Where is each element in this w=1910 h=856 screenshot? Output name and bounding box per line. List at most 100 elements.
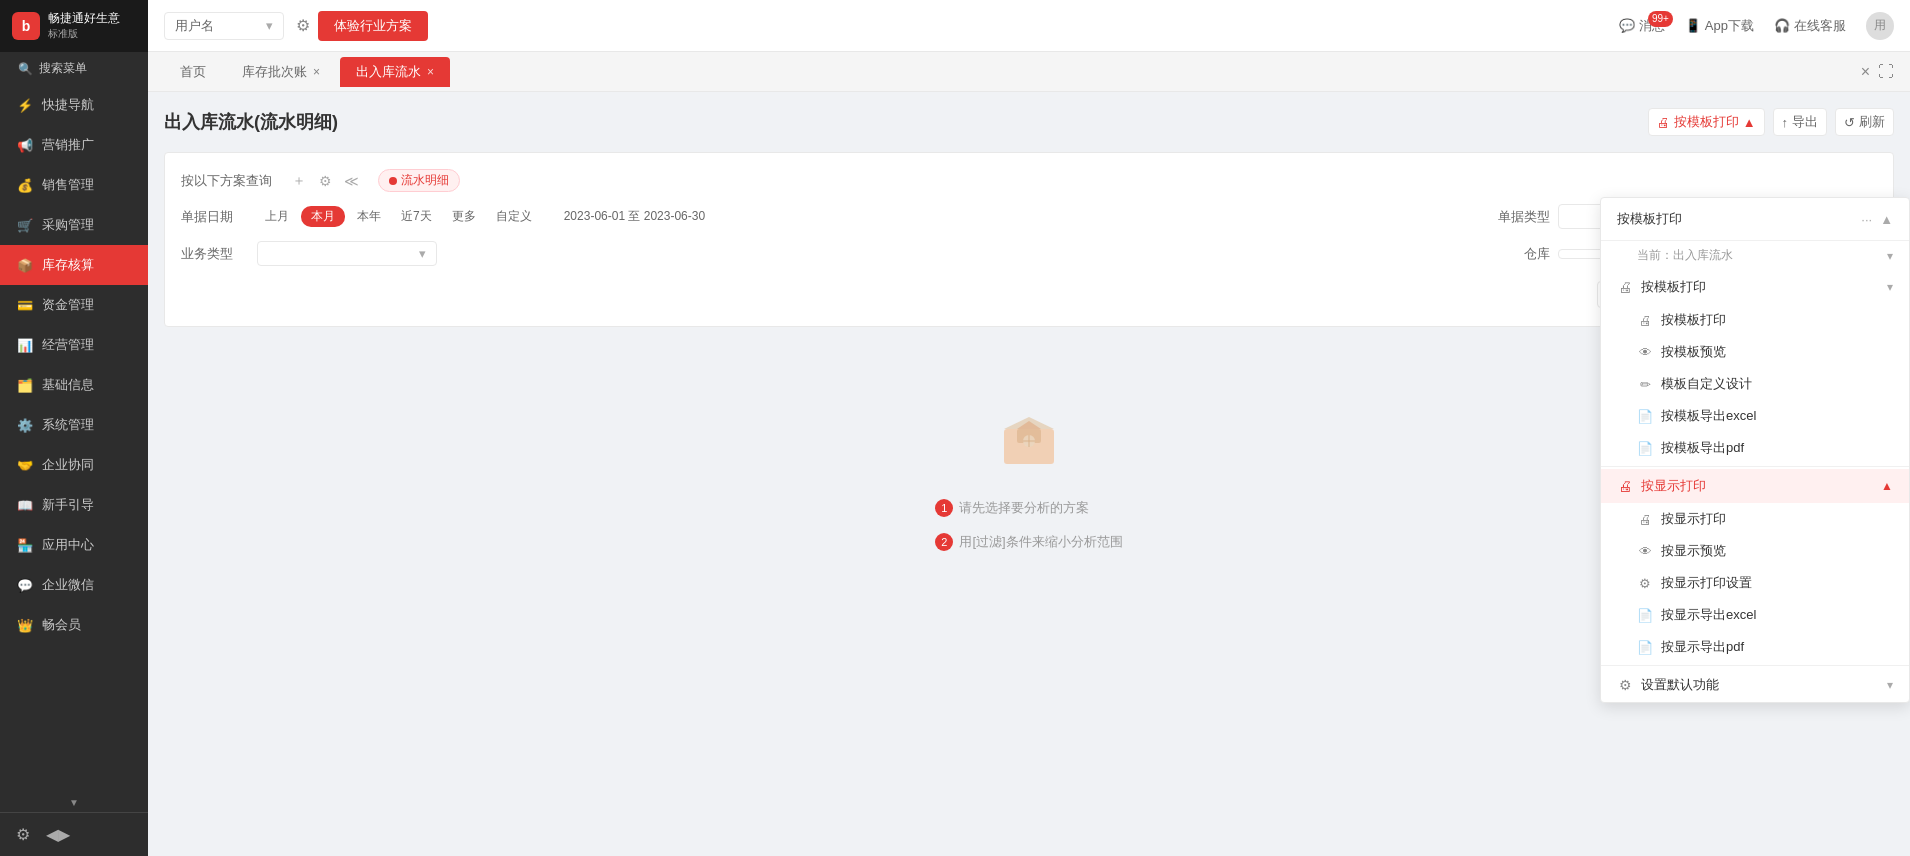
sidebar-item-inventory[interactable]: 📦 库存核算: [0, 245, 148, 285]
display-print-group-arrow-icon: ▲: [1881, 479, 1893, 493]
sub-template-excel-label: 按模板导出excel: [1661, 407, 1756, 425]
dropdown-display-preview[interactable]: 👁 按显示预览: [1601, 535, 1909, 567]
sidebar-item-guide[interactable]: 📖 新手引导: [0, 485, 148, 525]
app-download-btn[interactable]: 📱 App下载: [1685, 17, 1754, 35]
dropdown-header: 按模板打印 ··· ▲: [1601, 198, 1909, 241]
sidebar-item-finance[interactable]: 💳 资金管理: [0, 285, 148, 325]
sidebar-nav: ⚡ 快捷导航 📢 营销推广 💰 销售管理 🛒 采购管理 📦 库存核算 💳 资金管…: [0, 85, 148, 792]
sidebar-item-operation[interactable]: 📊 经营管理: [0, 325, 148, 365]
main-area: 用户名 ▾ ⚙ 体验行业方案 💬 消息 99+ 📱 App下载 🎧 在线客服 用: [148, 0, 1910, 856]
biz-type-label: 业务类型: [181, 245, 241, 263]
sidebar-item-sales[interactable]: 💰 销售管理: [0, 165, 148, 205]
settings-icon[interactable]: ⚙: [16, 825, 30, 844]
message-btn[interactable]: 💬 消息 99+: [1619, 17, 1665, 35]
tab-flow-close-icon[interactable]: ×: [427, 65, 434, 79]
window-expand-icon[interactable]: ⛶: [1878, 63, 1894, 81]
tab-home[interactable]: 首页: [164, 57, 222, 87]
sidebar-item-basics[interactable]: 🗂️ 基础信息: [0, 365, 148, 405]
date-tab-last-month[interactable]: 上月: [257, 206, 297, 227]
operation-label: 经营管理: [42, 336, 94, 354]
dropdown-header-controls: ··· ▲: [1861, 212, 1893, 227]
user-avatar[interactable]: 用: [1866, 12, 1894, 40]
app-company-name: 畅捷通好生意: [48, 11, 120, 27]
date-tab-custom[interactable]: 自定义: [488, 206, 540, 227]
wechat-label: 企业微信: [42, 576, 94, 594]
window-close-icon[interactable]: ×: [1861, 63, 1870, 81]
sidebar-item-system[interactable]: ⚙️ 系统管理: [0, 405, 148, 445]
user-select-chevron-icon: ▾: [266, 18, 273, 33]
sidebar-item-purchase[interactable]: 🛒 采购管理: [0, 205, 148, 245]
sidebar-item-collab[interactable]: 🤝 企业协同: [0, 445, 148, 485]
template-print-group-header[interactable]: 🖨 按模板打印 ▾: [1601, 270, 1909, 304]
search-menu-item[interactable]: 🔍 搜索菜单: [0, 52, 148, 85]
finance-label: 资金管理: [42, 296, 94, 314]
sub-display-pdf-label: 按显示导出pdf: [1661, 638, 1744, 656]
refresh-btn[interactable]: ↺ 刷新: [1835, 108, 1894, 136]
sidebar-item-wechat[interactable]: 💬 企业微信: [0, 565, 148, 605]
dropdown-template-excel[interactable]: 📄 按模板导出excel: [1601, 400, 1909, 432]
topbar-gear-icon[interactable]: ⚙: [296, 16, 310, 35]
collapse-sidebar-icon[interactable]: ◀▶: [46, 825, 70, 844]
system-icon: ⚙️: [16, 416, 34, 434]
sidebar: b 畅捷通好生意 标准版 🔍 搜索菜单 ⚡ 快捷导航 📢 营销推广 💰 销售管理…: [0, 0, 148, 856]
sidebar-item-appstore[interactable]: 🏪 应用中心: [0, 525, 148, 565]
add-filter-btns: ＋ ⚙ ≪: [288, 170, 362, 192]
display-print-group-header[interactable]: 🖨 按显示打印 ▲: [1601, 469, 1909, 503]
dropdown-set-default[interactable]: ⚙ 设置默认功能 ▾: [1601, 668, 1909, 702]
doc-type-label: 单据类型: [1498, 208, 1550, 226]
template-print-group-label: 按模板打印: [1641, 278, 1879, 296]
dropdown-template-print[interactable]: 🖨 按模板打印: [1601, 304, 1909, 336]
online-service-label: 在线客服: [1794, 17, 1846, 35]
hint2-num: 2: [935, 533, 953, 551]
display-print-group-icon: 🖨: [1617, 478, 1633, 494]
tab-flow[interactable]: 出入库流水 ×: [340, 57, 450, 87]
trial-btn[interactable]: 体验行业方案: [318, 11, 428, 41]
dropdown-up-icon[interactable]: ▲: [1880, 212, 1893, 227]
quick-nav-label: 快捷导航: [42, 96, 94, 114]
sidebar-scroll-down[interactable]: ▼: [0, 792, 148, 812]
filter-collapse-icon[interactable]: ≪: [340, 170, 362, 192]
online-service-btn[interactable]: 🎧 在线客服: [1774, 17, 1846, 35]
page-title: 出入库流水(流水明细): [164, 110, 338, 134]
date-range-display: 2023-06-01 至 2023-06-30: [564, 208, 705, 225]
filter-settings-icon[interactable]: ⚙: [314, 170, 336, 192]
print-template-btn[interactable]: 🖨 按模板打印 ▲: [1648, 108, 1765, 136]
dropdown-display-print-settings[interactable]: ⚙ 按显示打印设置: [1601, 567, 1909, 599]
biz-type-select[interactable]: ▾: [257, 241, 437, 266]
sidebar-item-member[interactable]: 👑 畅会员: [0, 605, 148, 645]
date-label: 单据日期: [181, 208, 241, 226]
user-select-dropdown[interactable]: 用户名 ▾: [164, 12, 284, 40]
avatar-text: 用: [1874, 17, 1886, 34]
tab-batch-account[interactable]: 库存批次账 ×: [226, 57, 336, 87]
sub-template-pdf-icon: 📄: [1637, 440, 1653, 456]
app-version: 标准版: [48, 27, 120, 41]
hint1-text: 请先选择要分析的方案: [959, 495, 1089, 521]
date-tab-last-7[interactable]: 近7天: [393, 206, 440, 227]
collab-label: 企业协同: [42, 456, 94, 474]
dropdown-display-print[interactable]: 🖨 按显示打印: [1601, 503, 1909, 535]
warehouse-label: 仓库: [1524, 245, 1550, 263]
sub-template-preview-icon: 👁: [1637, 344, 1653, 360]
filter-tag-dot: [389, 177, 397, 185]
add-filter-icon[interactable]: ＋: [288, 170, 310, 192]
dropdown-display-excel[interactable]: 📄 按显示导出excel: [1601, 599, 1909, 631]
dropdown-display-pdf[interactable]: 📄 按显示导出pdf: [1601, 631, 1909, 663]
sidebar-item-quick-nav[interactable]: ⚡ 快捷导航: [0, 85, 148, 125]
export-btn[interactable]: ↑ 导出: [1773, 108, 1828, 136]
marketing-label: 营销推广: [42, 136, 94, 154]
print-dropdown-panel: 按模板打印 ··· ▲ 当前：出入库流水 ▾ 🖨 按模板打印 ▾ 🖨 按模板打印: [1600, 197, 1910, 703]
sub-template-excel-icon: 📄: [1637, 408, 1653, 424]
dropdown-template-preview[interactable]: 👁 按模板预览: [1601, 336, 1909, 368]
tab-batch-account-close-icon[interactable]: ×: [313, 65, 320, 79]
dropdown-template-custom[interactable]: ✏ 模板自定义设计: [1601, 368, 1909, 400]
sub-template-print-label: 按模板打印: [1661, 311, 1726, 329]
dropdown-divider-2: [1601, 665, 1909, 666]
date-tab-more[interactable]: 更多: [444, 206, 484, 227]
dropdown-more-icon[interactable]: ···: [1861, 212, 1872, 227]
hint2-text: 用[过滤]条件来缩小分析范围: [959, 529, 1122, 555]
date-tab-this-year[interactable]: 本年: [349, 206, 389, 227]
dropdown-template-pdf[interactable]: 📄 按模板导出pdf: [1601, 432, 1909, 464]
date-tab-this-month[interactable]: 本月: [301, 206, 345, 227]
date-tabs: 上月 本月 本年 近7天 更多 自定义: [257, 206, 540, 227]
sidebar-item-marketing[interactable]: 📢 营销推广: [0, 125, 148, 165]
